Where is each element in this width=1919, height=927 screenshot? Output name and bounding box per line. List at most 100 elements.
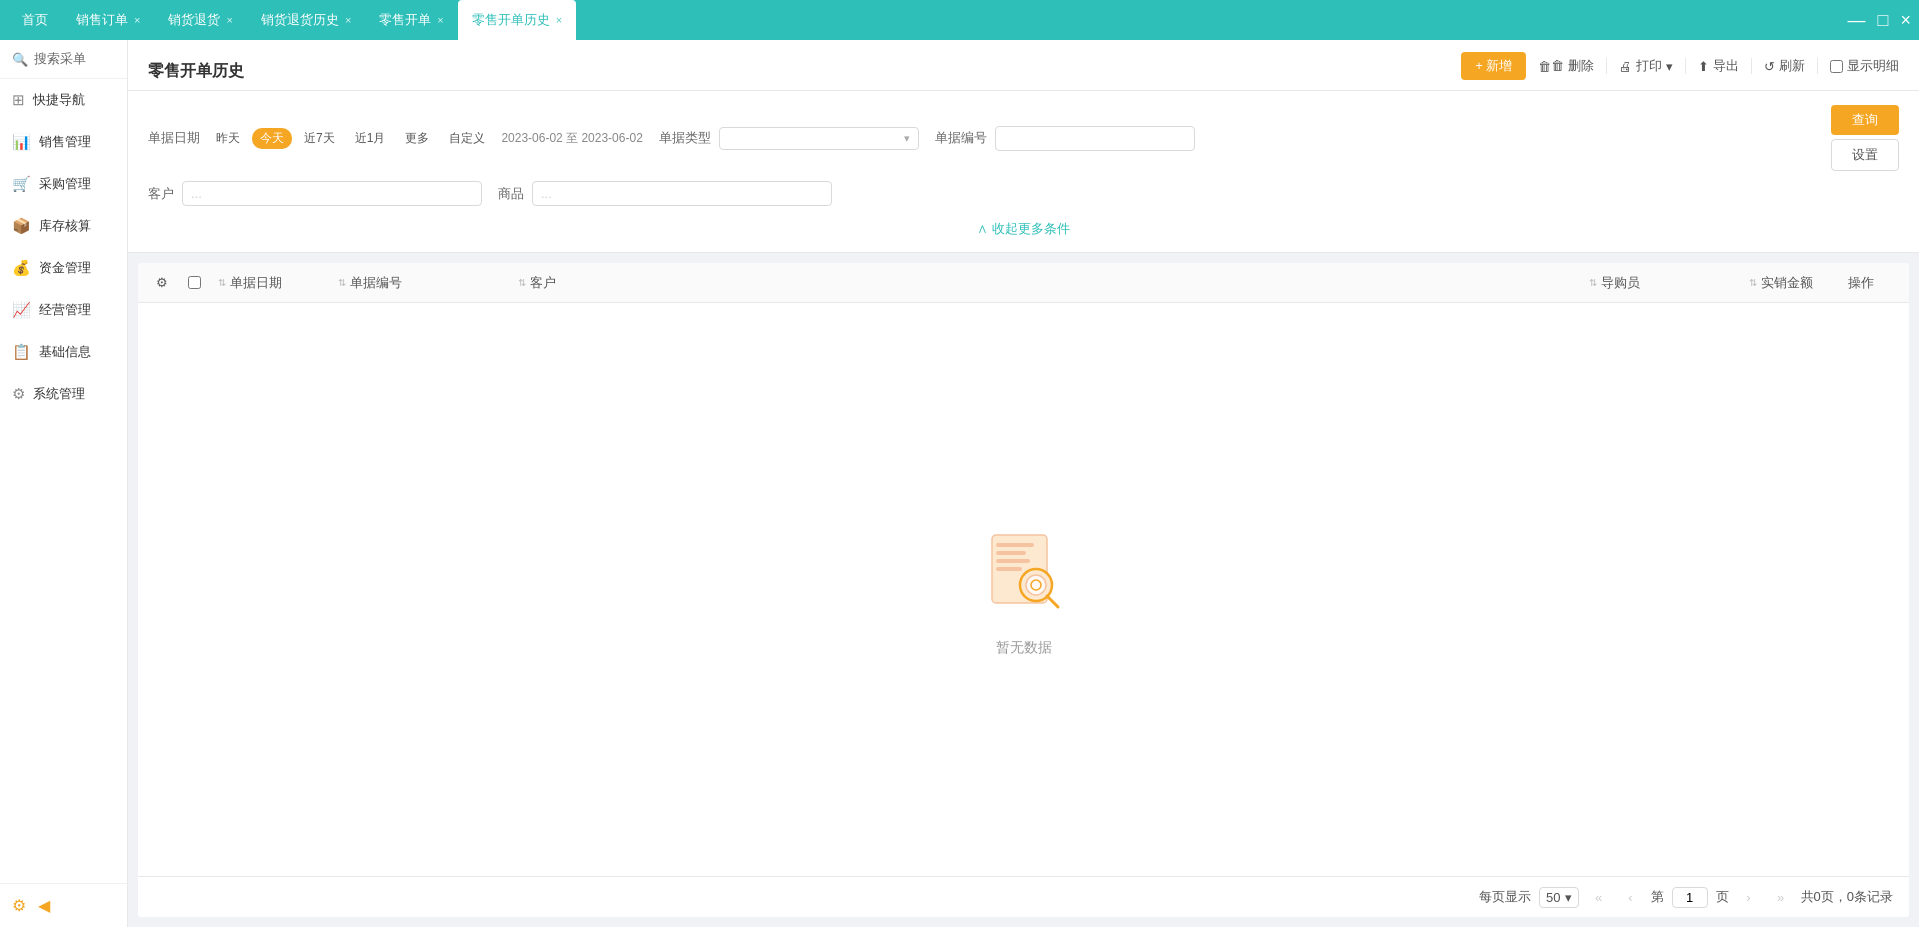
- date-btn-custom[interactable]: 自定义: [441, 128, 493, 149]
- date-btn-more[interactable]: 更多: [397, 128, 437, 149]
- sidebar-search[interactable]: 🔍 搜索采单: [0, 40, 127, 79]
- date-btn-1month[interactable]: 近1月: [347, 128, 394, 149]
- date-filter-group: 单据日期 昨天 今天 近7天 近1月 更多 自定义 2023-06-02 至 2…: [148, 128, 643, 149]
- date-quick-btns: 昨天 今天 近7天 近1月 更多 自定义: [208, 128, 493, 149]
- table-header: ⚙ ⇅ 单据日期 ⇅ 单据编号 ⇅ 客户 ⇅: [138, 263, 1909, 303]
- customer-input[interactable]: ...: [182, 181, 482, 206]
- minimize-button[interactable]: —: [1848, 10, 1866, 31]
- last-page-btn[interactable]: »: [1769, 885, 1793, 909]
- doc-no-filter-group: 单据编号: [935, 126, 1195, 151]
- customer-label: 客户: [148, 185, 174, 203]
- finance-icon: 💰: [12, 259, 31, 277]
- date-btn-yesterday[interactable]: 昨天: [208, 128, 248, 149]
- basic-info-icon: 📋: [12, 343, 31, 361]
- tab-sales-return[interactable]: 销货退货 ×: [154, 0, 246, 40]
- window-controls: — □ ×: [1848, 10, 1911, 31]
- display-detail-toggle[interactable]: 显示明细: [1830, 57, 1899, 75]
- sort-guide-icon[interactable]: ⇅: [1589, 277, 1597, 288]
- empty-state: 暂无数据: [138, 303, 1909, 876]
- doc-type-select[interactable]: ▾: [719, 127, 919, 150]
- svg-rect-4: [996, 567, 1022, 571]
- tab-sales-order[interactable]: 销售订单 ×: [62, 0, 154, 40]
- sort-no-icon[interactable]: ⇅: [338, 277, 346, 288]
- divider-4: [1817, 58, 1818, 74]
- close-window-button[interactable]: ×: [1900, 10, 1911, 31]
- sidebar-item-purchase-mgmt[interactable]: 🛒 采购管理: [0, 163, 127, 205]
- main-layout: 🔍 搜索采单 ⊞ 快捷导航 📊 销售管理 🛒 采购管理 📦 库存核算 💰 资金管…: [0, 40, 1919, 927]
- print-button[interactable]: 🖨 打印 ▾: [1619, 57, 1673, 75]
- column-settings-icon[interactable]: ⚙: [156, 275, 168, 290]
- tab-sales-return-history[interactable]: 销货退货历史 ×: [247, 0, 365, 40]
- tab-home[interactable]: 首页: [8, 0, 62, 40]
- sidebar-item-sales-mgmt[interactable]: 📊 销售管理: [0, 121, 127, 163]
- th-settings[interactable]: ⚙: [146, 275, 178, 290]
- sort-amount-icon[interactable]: ⇅: [1749, 277, 1757, 288]
- date-btn-7days[interactable]: 近7天: [296, 128, 343, 149]
- refresh-icon: ↺: [1764, 59, 1775, 74]
- delete-button[interactable]: 🗑 🗑 删除: [1538, 57, 1594, 75]
- th-action: 操作: [1821, 274, 1901, 292]
- sort-date-icon[interactable]: ⇅: [218, 277, 226, 288]
- prev-page-btn[interactable]: ‹: [1619, 885, 1643, 909]
- doc-type-label: 单据类型: [659, 129, 711, 147]
- close-tab-sales-return-history[interactable]: ×: [345, 14, 351, 26]
- sidebar-item-quick-nav[interactable]: ⊞ 快捷导航: [0, 79, 127, 121]
- settings-query-button[interactable]: 设置: [1831, 139, 1899, 171]
- empty-text: 暂无数据: [996, 639, 1052, 657]
- page-number-input[interactable]: [1672, 887, 1708, 908]
- per-page-arrow: ▾: [1565, 890, 1572, 905]
- collapse-filter-btn[interactable]: ∧ 收起更多条件: [148, 216, 1899, 242]
- svg-line-7: [1047, 596, 1058, 607]
- close-tab-sales-return[interactable]: ×: [226, 14, 232, 26]
- svg-rect-3: [996, 559, 1030, 563]
- sidebar-item-basic-info[interactable]: 📋 基础信息: [0, 331, 127, 373]
- close-tab-sales-order[interactable]: ×: [134, 14, 140, 26]
- print-dropdown-icon[interactable]: ▾: [1666, 59, 1673, 74]
- sidebar-item-inventory[interactable]: 📦 库存核算: [0, 205, 127, 247]
- export-button[interactable]: ⬆ 导出: [1698, 57, 1739, 75]
- sidebar-item-operations[interactable]: 📈 经营管理: [0, 289, 127, 331]
- select-all-checkbox[interactable]: [188, 276, 201, 289]
- sidebar-item-finance[interactable]: 💰 资金管理: [0, 247, 127, 289]
- product-input[interactable]: ...: [532, 181, 832, 206]
- th-customer: ⇅ 客户: [510, 274, 1581, 292]
- th-date: ⇅ 单据日期: [210, 274, 330, 292]
- date-btn-today[interactable]: 今天: [252, 128, 292, 149]
- next-page-btn[interactable]: ›: [1737, 885, 1761, 909]
- close-tab-retail-open[interactable]: ×: [437, 14, 443, 26]
- sidebar-item-system-mgmt[interactable]: ⚙ 系统管理: [0, 373, 127, 415]
- sidebar-bottom: ⚙ ◀: [0, 883, 127, 927]
- doc-type-filter-group: 单据类型 ▾: [659, 127, 919, 150]
- product-label: 商品: [498, 185, 524, 203]
- doc-no-input[interactable]: [995, 126, 1195, 151]
- purchase-mgmt-icon: 🛒: [12, 175, 31, 193]
- product-filter-group: 商品 ...: [498, 181, 832, 206]
- refresh-button[interactable]: ↺ 刷新: [1764, 57, 1805, 75]
- date-filter-label: 单据日期: [148, 129, 200, 147]
- top-nav: 首页 销售订单 × 销货退货 × 销货退货历史 × 零售开单 × 零售开单历史 …: [0, 0, 1919, 40]
- filter-row-2: 客户 ... 商品 ...: [148, 181, 1899, 206]
- maximize-button[interactable]: □: [1878, 10, 1889, 31]
- query-button[interactable]: 查询: [1831, 105, 1899, 135]
- toolbar: + 新增 🗑 🗑 删除 🖨 打印 ▾ ⬆ 导出 ↺: [1461, 52, 1899, 90]
- sort-customer-icon[interactable]: ⇅: [518, 277, 526, 288]
- per-page-select[interactable]: 50 ▾: [1539, 887, 1578, 908]
- tab-retail-open[interactable]: 零售开单 ×: [365, 0, 457, 40]
- settings-bottom-icon[interactable]: ⚙: [12, 896, 26, 915]
- first-page-btn[interactable]: «: [1587, 885, 1611, 909]
- collapse-sidebar-icon[interactable]: ◀: [38, 896, 50, 915]
- th-amount: ⇅ 实销金额: [1701, 274, 1821, 292]
- display-detail-checkbox[interactable]: [1830, 60, 1843, 73]
- page-title: 零售开单历史: [148, 61, 244, 82]
- divider-1: [1606, 58, 1607, 74]
- content-area: 零售开单历史 + 新增 🗑 🗑 删除 🖨 打印 ▾ ⬆ 导出: [128, 40, 1919, 927]
- th-no: ⇅ 单据编号: [330, 274, 510, 292]
- th-checkbox[interactable]: [178, 276, 210, 289]
- tab-retail-open-history[interactable]: 零售开单历史 ×: [458, 0, 576, 40]
- table-area: ⚙ ⇅ 单据日期 ⇅ 单据编号 ⇅ 客户 ⇅: [138, 263, 1909, 917]
- close-tab-retail-open-history[interactable]: ×: [556, 14, 562, 26]
- divider-3: [1751, 58, 1752, 74]
- customer-filter-group: 客户 ...: [148, 181, 482, 206]
- page-header: 零售开单历史 + 新增 🗑 🗑 删除 🖨 打印 ▾ ⬆ 导出: [128, 40, 1919, 91]
- add-button[interactable]: + 新增: [1461, 52, 1526, 80]
